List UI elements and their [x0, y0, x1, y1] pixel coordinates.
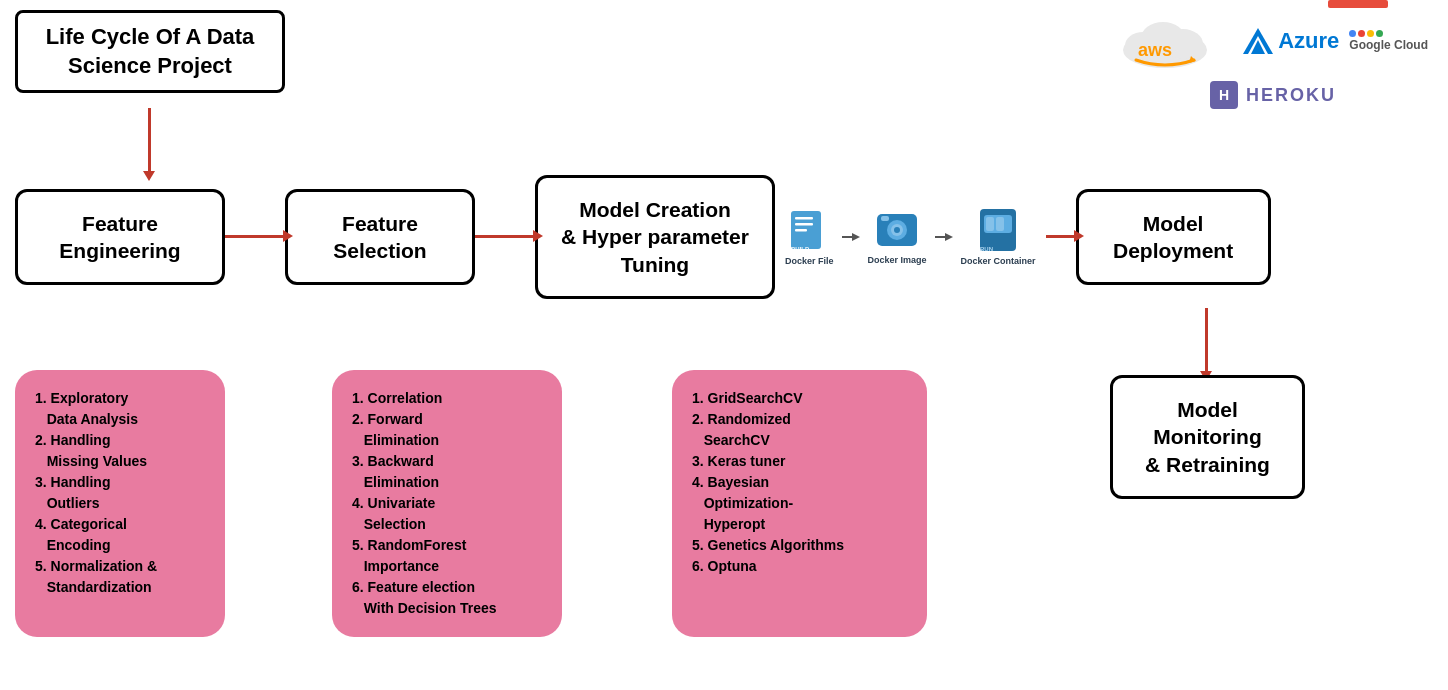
svg-point-10 — [894, 227, 900, 233]
model-creation-box: Model Creation& Hyper parameterTuning — [535, 175, 775, 299]
svg-text:aws: aws — [1138, 40, 1172, 60]
fs-item-2: 2. Forward — [352, 409, 542, 430]
model-monitoring-label: ModelMonitoring& Retraining — [1145, 398, 1270, 476]
heroku-text: HEROKU — [1246, 85, 1336, 106]
fs-item-5b: Importance — [352, 556, 542, 577]
svg-rect-1 — [795, 217, 813, 220]
azure-text: Azure — [1278, 28, 1339, 54]
fs-item-4b: Selection — [352, 514, 542, 535]
fe-item-3: 3. Handling — [35, 472, 205, 493]
arrow-fe-to-fs — [225, 235, 285, 238]
fs-item-4: 4. Univariate — [352, 493, 542, 514]
mc-item-6: 6. Optuna — [692, 556, 907, 577]
svg-text:RUN: RUN — [980, 246, 993, 252]
mc-item-4: 4. Bayesian — [692, 472, 907, 493]
fs-item-6: 6. Feature election — [352, 577, 542, 598]
arrow-title-down — [148, 108, 151, 173]
docker-container-icon: RUN — [978, 207, 1018, 253]
fe-item-4: 4. Categorical — [35, 514, 205, 535]
feature-eng-label: FeatureEngineering — [59, 212, 180, 262]
google-cloud-label: Google Cloud — [1349, 30, 1428, 52]
fs-item-5: 5. RandomForest — [352, 535, 542, 556]
mc-item-3: 3. Keras tuner — [692, 451, 907, 472]
svg-rect-17 — [996, 217, 1004, 231]
cloud-logos-area: aws Azure — [1118, 8, 1428, 109]
fs-list-content: 1. Correlation 2. Forward Elimination 3.… — [352, 388, 542, 619]
svg-rect-11 — [881, 216, 889, 221]
heroku-row: H HEROKU — [1210, 81, 1336, 109]
model-deploy-label: ModelDeployment — [1113, 212, 1233, 262]
azure-triangle-svg — [1243, 26, 1273, 56]
fe-item-5: 5. Normalization & — [35, 556, 205, 577]
docker-image-icon — [875, 208, 919, 252]
fe-list-content: 1. Exploratory Data Analysis 2. Handling… — [35, 388, 205, 598]
docker-image-item: Docker Image — [868, 208, 927, 265]
docker-file-label: Docker File — [785, 256, 834, 266]
svg-marker-13 — [945, 233, 953, 241]
flow-row: FeatureEngineering FeatureSelection Mode… — [15, 175, 1271, 299]
docker-container-label: Docker Container — [961, 256, 1036, 266]
fe-item-3b: Outliers — [35, 493, 205, 514]
mc-item-2: 2. Randomized — [692, 409, 907, 430]
feature-sel-list: 1. Correlation 2. Forward Elimination 3.… — [332, 370, 562, 637]
fe-item-1b: Data Analysis — [35, 409, 205, 430]
docker-file-icon: BUILD — [789, 207, 829, 253]
arrow-deploy-to-monitor — [1205, 308, 1208, 373]
fs-item-3: 3. Backward — [352, 451, 542, 472]
svg-text:BUILD: BUILD — [791, 246, 810, 252]
arrow-line-2 — [475, 235, 535, 238]
main-container: Life Cycle Of A Data Science Project Fea… — [0, 0, 1448, 690]
docker-icons-area: BUILD Docker File Docker Image — [775, 207, 1046, 266]
arrow-docker-to-deploy — [1046, 235, 1076, 238]
docker-file-item: BUILD Docker File — [785, 207, 834, 266]
fe-item-2b: Missing Values — [35, 451, 205, 472]
feature-engineering-box: FeatureEngineering — [15, 189, 225, 286]
title-text: Life Cycle Of A Data Science Project — [46, 24, 255, 78]
title-box: Life Cycle Of A Data Science Project — [15, 10, 285, 93]
fs-item-3b: Elimination — [352, 472, 542, 493]
docker-image-label: Docker Image — [868, 255, 927, 265]
docker-arrow-2 — [935, 230, 953, 244]
feature-selection-box: FeatureSelection — [285, 189, 475, 286]
aws-logo: aws — [1118, 8, 1213, 73]
svg-marker-6 — [852, 233, 860, 241]
mc-list-content: 1. GridSearchCV 2. Randomized SearchCV 3… — [692, 388, 907, 577]
aws-cloud-svg: aws — [1118, 8, 1213, 73]
pink-boxes-row: 1. Exploratory Data Analysis 2. Handling… — [15, 370, 1115, 637]
azure-logo: Azure Google Cloud — [1243, 26, 1428, 56]
docker-container-item: RUN Docker Container — [961, 207, 1036, 266]
model-deployment-box: ModelDeployment — [1076, 189, 1271, 286]
feature-eng-list: 1. Exploratory Data Analysis 2. Handling… — [15, 370, 225, 637]
heroku-icon-letter: H — [1219, 87, 1229, 103]
svg-rect-2 — [795, 223, 813, 226]
fs-item-2b: Elimination — [352, 430, 542, 451]
arrow-line-3 — [1046, 235, 1076, 238]
docker-arrow-1 — [842, 230, 860, 244]
mc-item-2b: SearchCV — [692, 430, 907, 451]
fs-item-1: 1. Correlation — [352, 388, 542, 409]
svg-rect-16 — [986, 217, 994, 231]
svg-rect-3 — [795, 229, 807, 232]
top-red-bar — [1328, 0, 1388, 8]
mc-item-1: 1. GridSearchCV — [692, 388, 907, 409]
mc-item-5: 5. Genetics Algorithms — [692, 535, 907, 556]
arrow-line-1 — [225, 235, 285, 238]
model-monitoring-box: ModelMonitoring& Retraining — [1110, 375, 1305, 499]
mc-item-4c: Hyperopt — [692, 514, 907, 535]
feature-sel-label: FeatureSelection — [333, 212, 426, 262]
fe-item-5b: Standardization — [35, 577, 205, 598]
model-creation-list: 1. GridSearchCV 2. Randomized SearchCV 3… — [672, 370, 927, 637]
model-creation-label: Model Creation& Hyper parameterTuning — [561, 198, 749, 276]
fe-item-2: 2. Handling — [35, 430, 205, 451]
fe-item-1: 1. Exploratory — [35, 388, 205, 409]
heroku-icon: H — [1210, 81, 1238, 109]
mc-item-4b: Optimization- — [692, 493, 907, 514]
fe-item-4b: Encoding — [35, 535, 205, 556]
fs-item-6b: With Decision Trees — [352, 598, 542, 619]
google-cloud-text: Google Cloud — [1349, 38, 1428, 52]
cloud-providers-row: aws Azure — [1118, 8, 1428, 73]
arrow-fs-to-mc — [475, 235, 535, 238]
